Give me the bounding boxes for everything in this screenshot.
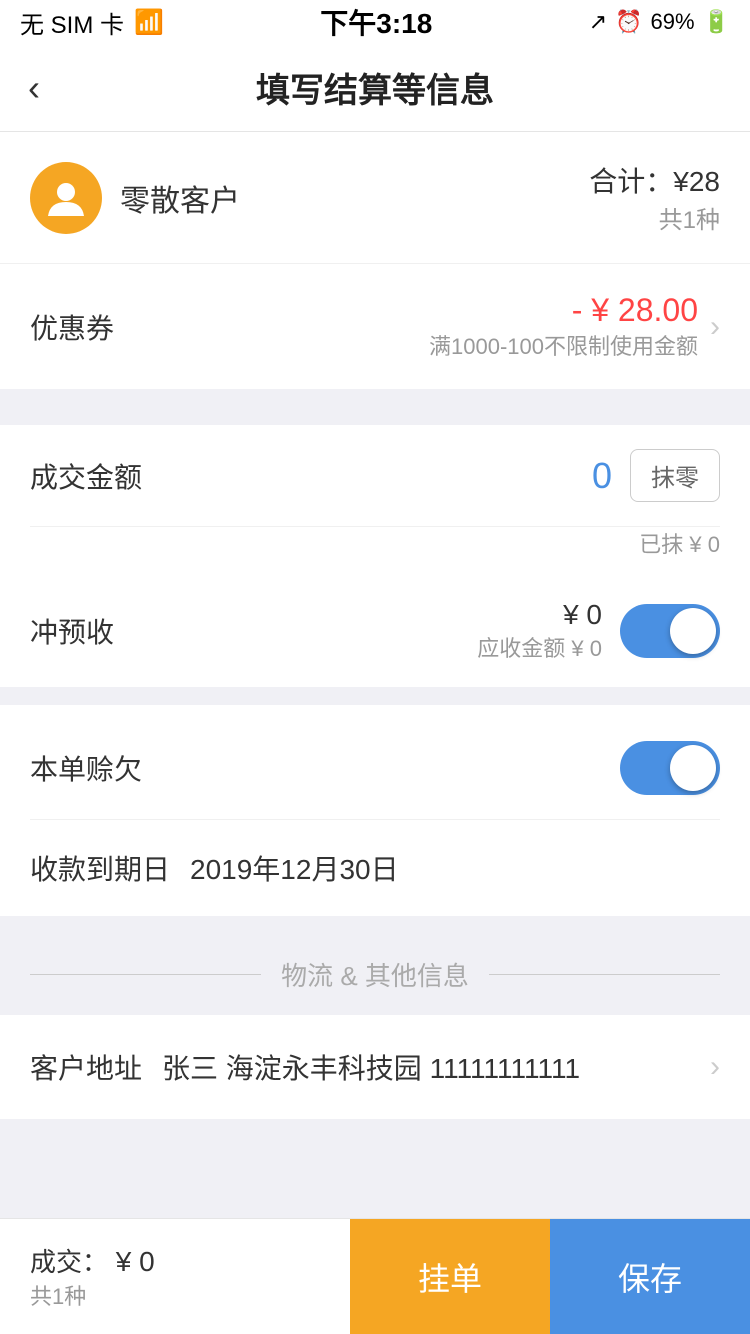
customer-total: 合计：¥28 共1种: [589, 160, 720, 235]
round-button[interactable]: 抹零: [630, 449, 720, 502]
bottom-deal-label: 成交：: [30, 1247, 108, 1277]
amount-label: 成交金额: [30, 456, 142, 496]
bottom-info: 成交： ¥ 0 共1种: [0, 1242, 350, 1311]
prereceive-toggle[interactable]: [620, 604, 720, 658]
amount-section: 成交金额 0 抹零 已抹 ¥ 0 冲预收 ¥ 0 应收金额 ¥ 0: [0, 425, 750, 687]
avatar: [30, 162, 102, 234]
customer-name: 零散客户: [120, 176, 240, 220]
customer-left: 零散客户: [30, 162, 240, 234]
alarm-icon: ⏰: [615, 9, 642, 35]
bottom-bar: 成交： ¥ 0 共1种 挂单 保存: [0, 1218, 750, 1334]
debt-toggle[interactable]: [620, 741, 720, 795]
battery-icon: 🔋: [703, 9, 730, 35]
address-chevron-icon: ›: [710, 1050, 720, 1084]
address-value: 张三 海淀永丰科技园 11111111111: [162, 1047, 710, 1087]
status-right: ↗ ⏰ 69% 🔋: [589, 9, 730, 35]
save-button[interactable]: 保存: [550, 1219, 750, 1334]
customer-section: 零散客户 合计：¥28 共1种 优惠券 - ¥ 28.00 满1000-100不…: [0, 132, 750, 389]
amount-row-right: 0 抹零: [592, 449, 720, 502]
chevron-right-icon: ›: [710, 310, 720, 344]
page-title: 填写结算等信息: [256, 63, 494, 112]
debt-row: 本单赊欠: [30, 705, 720, 820]
prereceive-row: 冲预收 ¥ 0 应收金额 ¥ 0: [30, 575, 720, 687]
back-button[interactable]: ‹: [28, 67, 40, 109]
coupon-discount: - ¥ 28.00: [429, 292, 698, 329]
location-icon: ↗: [589, 9, 607, 35]
separator-1: [0, 407, 750, 425]
amount-row: 成交金额 0 抹零: [30, 425, 720, 527]
battery-text: 69%: [651, 9, 695, 35]
prereceive-label: 冲预收: [30, 611, 114, 651]
nav-bar: ‹ 填写结算等信息: [0, 44, 750, 132]
due-date-row: 收款到期日 2019年12月30日: [30, 820, 720, 916]
logistics-divider: 物流 & 其他信息: [0, 934, 750, 1015]
due-date-value[interactable]: 2019年12月30日: [190, 848, 399, 888]
logistics-text: 物流 & 其他信息: [281, 956, 469, 993]
bottom-deal-row: 成交： ¥ 0: [30, 1242, 320, 1279]
debt-toggle-knob: [670, 745, 716, 791]
due-date-label: 收款到期日: [30, 848, 170, 888]
prereceive-sub: 应收金额 ¥ 0: [477, 631, 602, 663]
prereceive-amounts: ¥ 0 应收金额 ¥ 0: [477, 599, 602, 663]
address-section: 客户地址 张三 海淀永丰科技园 11111111111 ›: [0, 1015, 750, 1119]
logistics-line-left: [30, 974, 261, 975]
coupon-right: - ¥ 28.00 满1000-100不限制使用金额 ›: [429, 292, 720, 361]
toggle-knob: [670, 608, 716, 654]
debt-label: 本单赊欠: [30, 748, 142, 788]
amount-value[interactable]: 0: [592, 455, 612, 497]
debt-section: 本单赊欠 收款到期日 2019年12月30日: [0, 705, 750, 916]
bottom-count: 共1种: [30, 1279, 320, 1311]
user-icon: [46, 178, 86, 218]
coupon-desc: 满1000-100不限制使用金额: [429, 329, 698, 361]
status-bar: 无 SIM 卡 📶 下午3:18 ↗ ⏰ 69% 🔋: [0, 0, 750, 44]
hang-button[interactable]: 挂单: [350, 1219, 550, 1334]
status-time: 下午3:18: [320, 2, 432, 42]
separator-2: [0, 687, 750, 705]
coupon-row[interactable]: 优惠券 - ¥ 28.00 满1000-100不限制使用金额 ›: [0, 263, 750, 389]
sim-text: 无 SIM 卡: [20, 5, 124, 40]
address-label: 客户地址: [30, 1047, 142, 1087]
address-row[interactable]: 客户地址 张三 海淀永丰科技园 11111111111 ›: [30, 1015, 720, 1119]
wifi-icon: 📶: [134, 8, 164, 37]
total-count: 共1种: [589, 200, 720, 235]
total-amount: 合计：¥28: [589, 160, 720, 200]
bottom-deal-amount: ¥ 0: [116, 1246, 155, 1277]
coupon-label: 优惠券: [30, 307, 114, 347]
status-left: 无 SIM 卡 📶: [20, 5, 164, 40]
prereceive-right: ¥ 0 应收金额 ¥ 0: [477, 599, 720, 663]
round-sub-text: 已抹 ¥ 0: [639, 532, 720, 557]
customer-row: 零散客户 合计：¥28 共1种: [0, 132, 750, 263]
prereceive-amount: ¥ 0: [477, 599, 602, 631]
logistics-line-right: [489, 974, 720, 975]
coupon-info: - ¥ 28.00 满1000-100不限制使用金额: [429, 292, 698, 361]
